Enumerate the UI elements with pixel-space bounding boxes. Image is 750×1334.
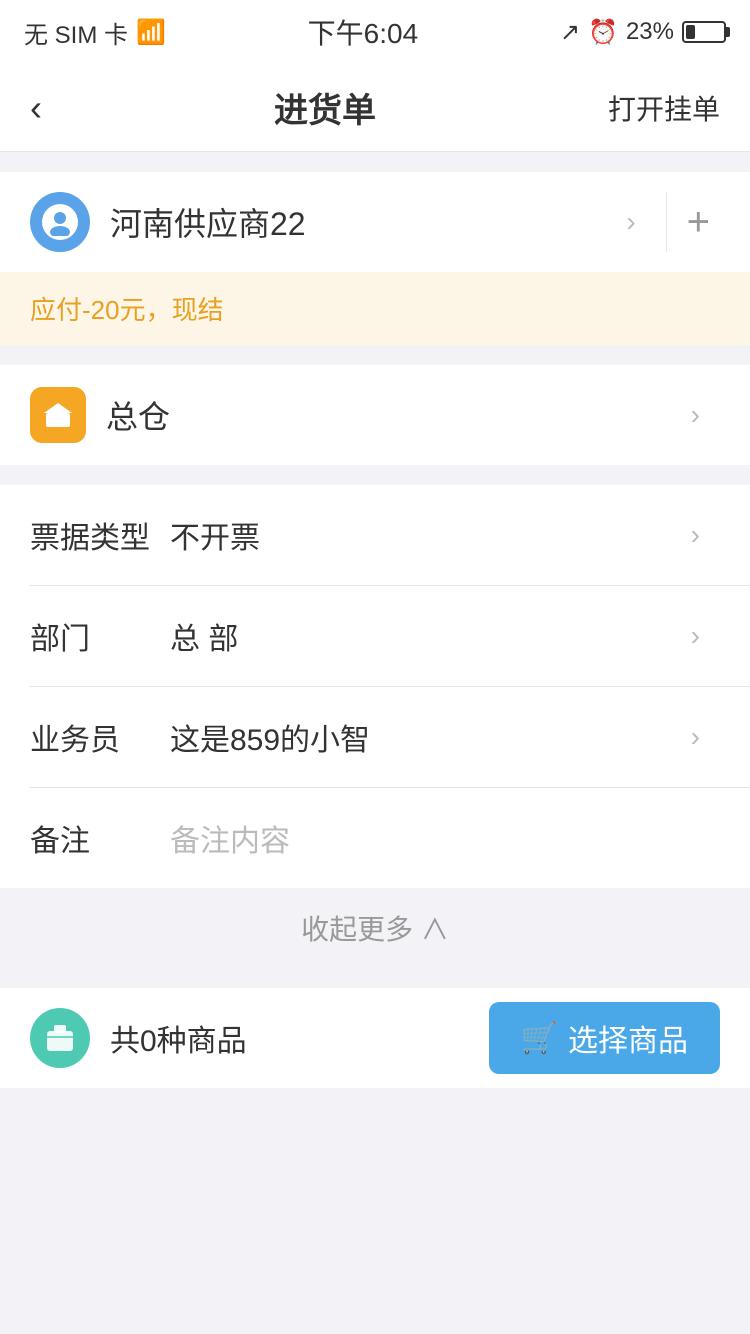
department-row[interactable]: 部门 总 部 › <box>0 586 750 686</box>
gap-3 <box>0 465 750 485</box>
back-button[interactable]: ‹ <box>30 87 42 129</box>
invoice-label: 票据类型 <box>30 513 170 557</box>
nav-bar: ‹ 进货单 打开挂单 <box>0 64 750 152</box>
warehouse-row[interactable]: 总仓 › <box>0 365 750 465</box>
salesman-chevron-icon: › <box>691 721 700 753</box>
supplier-divider <box>666 192 667 252</box>
note-label: 备注 <box>30 816 170 860</box>
invoice-row[interactable]: 票据类型 不开票 › <box>0 485 750 585</box>
alarm-icon: ⏰ <box>588 18 618 47</box>
notice-text: 应付-20元，现结 <box>30 295 224 325</box>
status-bar: 无 SIM 卡 📶 下午6:04 ↗ ⏰ 23% <box>0 0 750 64</box>
supplier-avatar <box>30 192 90 252</box>
gap-1 <box>0 152 750 172</box>
department-chevron-icon: › <box>691 620 700 652</box>
invoice-value: 不开票 <box>170 513 691 557</box>
gap-4 <box>0 968 750 988</box>
gap-2 <box>0 345 750 365</box>
note-row[interactable]: 备注 备注内容 <box>0 788 750 888</box>
location-icon: ↗ <box>560 18 580 47</box>
salesman-value: 这是859的小智 <box>170 715 691 759</box>
supplier-name: 河南供应商22 <box>110 199 626 245</box>
avatar-person-icon <box>42 204 78 240</box>
bottom-bar: 共0种商品 🛒 选择商品 <box>0 988 750 1088</box>
collapse-label: 收起更多 ∧ <box>301 908 449 948</box>
form-card: 票据类型 不开票 › 部门 总 部 › 业务员 这是859的小智 › 备注 备注… <box>0 485 750 888</box>
salesman-label: 业务员 <box>30 715 170 759</box>
department-label: 部门 <box>30 614 170 658</box>
cart-icon: 🛒 <box>521 1021 558 1056</box>
battery-icon <box>682 21 726 43</box>
collapse-button[interactable]: 收起更多 ∧ <box>0 888 750 968</box>
warehouse-chevron-icon: › <box>691 399 700 431</box>
product-icon <box>30 1008 90 1068</box>
note-input[interactable]: 备注内容 <box>170 816 720 860</box>
wifi-icon: 📶 <box>136 18 166 47</box>
warehouse-name: 总仓 <box>106 392 691 438</box>
department-value: 总 部 <box>170 614 691 658</box>
open-pending-button[interactable]: 打开挂单 <box>608 88 720 128</box>
salesman-row[interactable]: 业务员 这是859的小智 › <box>0 687 750 787</box>
supplier-card: 河南供应商22 › + 应付-20元，现结 <box>0 172 750 345</box>
product-count: 共0种商品 <box>110 1016 489 1060</box>
add-supplier-button[interactable]: + <box>677 200 720 245</box>
warehouse-card: 总仓 › <box>0 365 750 465</box>
supplier-chevron-icon: › <box>626 206 635 238</box>
invoice-chevron-icon: › <box>691 519 700 551</box>
select-product-label: 选择商品 <box>568 1016 688 1060</box>
select-product-button[interactable]: 🛒 选择商品 <box>489 1002 720 1074</box>
status-left: 无 SIM 卡 📶 <box>24 15 166 50</box>
page-title: 进货单 <box>274 83 376 132</box>
supplier-row[interactable]: 河南供应商22 › + <box>0 172 750 272</box>
notice-banner: 应付-20元，现结 <box>0 272 750 345</box>
status-right: ↗ ⏰ 23% <box>560 18 726 47</box>
status-time: 下午6:04 <box>308 12 419 52</box>
carrier-label: 无 SIM 卡 <box>24 15 128 50</box>
warehouse-icon <box>30 387 86 443</box>
battery-percent: 23% <box>626 18 674 46</box>
